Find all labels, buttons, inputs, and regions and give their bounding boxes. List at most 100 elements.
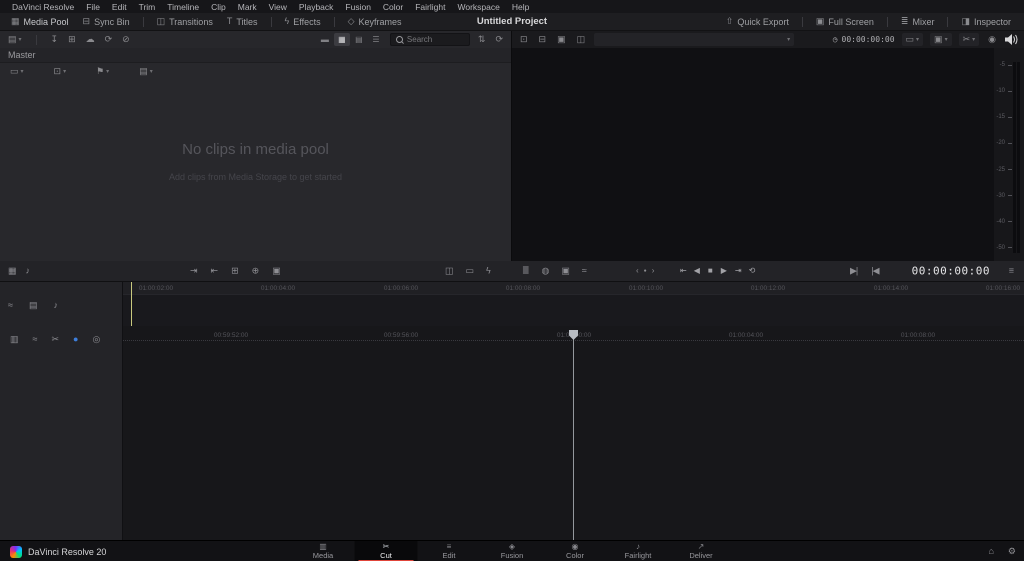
play-around-button[interactable]: ▶| <box>850 266 858 276</box>
capture-button[interactable]: ▣ <box>561 266 570 276</box>
play-reverse-button[interactable]: ◀ <box>694 267 700 275</box>
color-viewer-button[interactable]: ◉ <box>986 35 998 44</box>
menu-playback[interactable]: Playback <box>293 2 340 12</box>
camera-dropdown[interactable]: ▣ ▾ <box>930 33 952 46</box>
upper-timeline[interactable]: 01:00:02:00 01:00:04:00 01:00:06:00 01:0… <box>0 282 1024 326</box>
audio-waveform-button[interactable]: ≈ <box>33 335 38 344</box>
timeline-selector-dropdown[interactable]: ▾ <box>594 33 795 46</box>
flag-dropdown[interactable]: ⚑ ▾ <box>94 67 111 76</box>
page-tab-media[interactable]: ▥ Media <box>292 541 355 561</box>
smart-insert-button[interactable]: ⇥ <box>190 266 198 276</box>
options-menu-icon[interactable]: ≡ <box>1009 266 1014 276</box>
upper-timeline-ruler[interactable]: 01:00:02:00 01:00:04:00 01:00:06:00 01:0… <box>123 282 1024 295</box>
menu-workspace[interactable]: Workspace <box>451 2 505 12</box>
mic-button[interactable]: ◍ <box>542 266 550 276</box>
last-frame-button[interactable]: ⇥ <box>735 267 742 275</box>
track-view-button[interactable]: ▤ <box>29 301 38 310</box>
viewer-overlay-button[interactable]: ⊡ <box>518 35 530 44</box>
menu-davinci-resolve[interactable]: DaVinci Resolve <box>6 2 80 12</box>
viewer-panel[interactable]: -5 -10 -15 -20 -25 -30 -40 -50 <box>512 48 1024 261</box>
track-visibility-button[interactable]: ◎ <box>92 335 100 344</box>
speaker-icon[interactable] <box>1005 34 1018 45</box>
page-tab-edit[interactable]: ≡ Edit <box>418 541 481 561</box>
sync-bin-button[interactable]: ⊟ Sync Bin <box>76 15 137 29</box>
list-view-button[interactable]: ☰ <box>368 33 384 46</box>
menu-help[interactable]: Help <box>506 2 535 12</box>
page-tab-color[interactable]: ◉ Color <box>544 541 607 561</box>
refresh-button[interactable]: ⟳ <box>493 35 505 44</box>
sort-button[interactable]: ⇅ <box>476 35 488 44</box>
transition-tool-button[interactable]: ◫ <box>445 266 454 276</box>
first-frame-button[interactable]: ⇤ <box>680 267 687 275</box>
play-button[interactable]: ▶ <box>721 267 727 275</box>
match-frame-button[interactable]: |◀ <box>871 266 879 276</box>
menu-view[interactable]: View <box>263 2 293 12</box>
titles-button[interactable]: T Titles <box>220 15 265 29</box>
strip-view-button[interactable]: ▬ <box>317 33 333 46</box>
tag-button[interactable]: ⊘ <box>120 35 132 44</box>
clip-options-dropdown[interactable]: ▤ ▾ <box>6 35 24 44</box>
audio-clips-button[interactable]: ♪ <box>26 266 31 276</box>
audio-track-button[interactable]: ♪ <box>53 301 58 310</box>
search-input[interactable] <box>406 35 465 44</box>
ripple-overwrite-button[interactable]: ⊞ <box>231 266 239 276</box>
resolution-dropdown[interactable]: ▭ ▾ <box>901 33 924 46</box>
transitions-button[interactable]: ◫ Transitions <box>150 15 220 29</box>
speed-button[interactable]: ≈ <box>582 266 587 276</box>
effects-button[interactable]: ϟ Effects <box>278 15 328 29</box>
razor-button[interactable]: ✂ <box>51 335 59 344</box>
page-tab-fairlight[interactable]: ♪ Fairlight <box>607 541 670 561</box>
menu-color[interactable]: Color <box>377 2 409 12</box>
title-tool-button[interactable]: ▭ <box>466 266 475 276</box>
inspector-button[interactable]: ◨ Inspector <box>954 15 1018 29</box>
menu-clip[interactable]: Clip <box>205 2 232 12</box>
bin-label[interactable]: Master <box>8 50 36 60</box>
page-tab-cut[interactable]: ✂ Cut <box>354 541 418 561</box>
keyframes-button[interactable]: ◇ Keyframes <box>341 15 409 29</box>
thumbnail-view-button[interactable]: ▦ <box>333 33 350 46</box>
viewer-timecode-display[interactable]: ◷ 00:00:00:00 <box>833 35 895 44</box>
settings-button[interactable]: ⚙ <box>1008 547 1016 556</box>
menu-mark[interactable]: Mark <box>232 2 263 12</box>
mixer-button[interactable]: ≣ Mixer <box>894 15 942 29</box>
viewer-zoom-button[interactable]: ▣ <box>555 35 568 44</box>
timeline-timecode[interactable]: 00:00:00:00 <box>912 265 990 278</box>
trim-right-button[interactable]: › <box>652 267 655 275</box>
trim-tools-dropdown[interactable]: ✂ ▾ <box>958 33 980 46</box>
lower-playhead[interactable] <box>573 330 574 540</box>
clip-color-dropdown[interactable]: ⊡ ▾ <box>52 67 69 76</box>
page-tab-fusion[interactable]: ◈ Fusion <box>481 541 544 561</box>
smart-bin-dropdown[interactable]: ▤ ▾ <box>137 67 155 76</box>
menu-fairlight[interactable]: Fairlight <box>409 2 451 12</box>
viewer-split-button[interactable]: ⊟ <box>537 35 549 44</box>
timeline-view-options-button[interactable]: ▥ <box>10 335 19 344</box>
stop-button[interactable]: ■ <box>708 267 713 275</box>
append-button[interactable]: ⇤ <box>211 266 219 276</box>
menu-trim[interactable]: Trim <box>133 2 162 12</box>
bin-view-button[interactable]: ▦ <box>8 266 17 276</box>
menu-fusion[interactable]: Fusion <box>339 2 377 12</box>
lower-timeline[interactable]: ▥ ≈ ✂ ● ◎ 00:59:52:00 00:59:56:00 01:00:… <box>0 326 1024 540</box>
new-bin-button[interactable]: ⊞ <box>66 35 78 44</box>
relink-button[interactable]: ⟳ <box>103 35 115 44</box>
trim-left-button[interactable]: ‹ <box>636 267 639 275</box>
home-button[interactable]: ⌂ <box>988 547 993 556</box>
import-media-button[interactable]: ↧ <box>49 35 61 44</box>
media-pool-button[interactable]: ▦ Media Pool <box>4 15 76 29</box>
waveform-toggle-button[interactable]: ≈ <box>8 301 13 310</box>
loop-button[interactable]: ⟲ <box>749 267 756 275</box>
filmstrip-view-button[interactable]: ▤ <box>351 33 367 46</box>
bin-folder-dropdown[interactable]: ▭ ▾ <box>8 67 26 76</box>
viewer-wipe-button[interactable]: ◫ <box>575 35 588 44</box>
tools-button[interactable]: ≣ <box>522 266 530 276</box>
marker-button[interactable]: ● <box>73 335 78 344</box>
quick-export-button[interactable]: ⇧ Quick Export <box>719 15 796 29</box>
upper-playhead[interactable] <box>131 282 132 326</box>
place-on-top-button[interactable]: ▣ <box>272 266 281 276</box>
trim-point-button[interactable]: ● <box>644 268 647 274</box>
menu-edit[interactable]: Edit <box>106 2 133 12</box>
cloud-button[interactable]: ☁ <box>84 35 97 44</box>
menu-file[interactable]: File <box>80 2 106 12</box>
menu-timeline[interactable]: Timeline <box>161 2 205 12</box>
fx-tool-button[interactable]: ϟ <box>486 266 491 276</box>
